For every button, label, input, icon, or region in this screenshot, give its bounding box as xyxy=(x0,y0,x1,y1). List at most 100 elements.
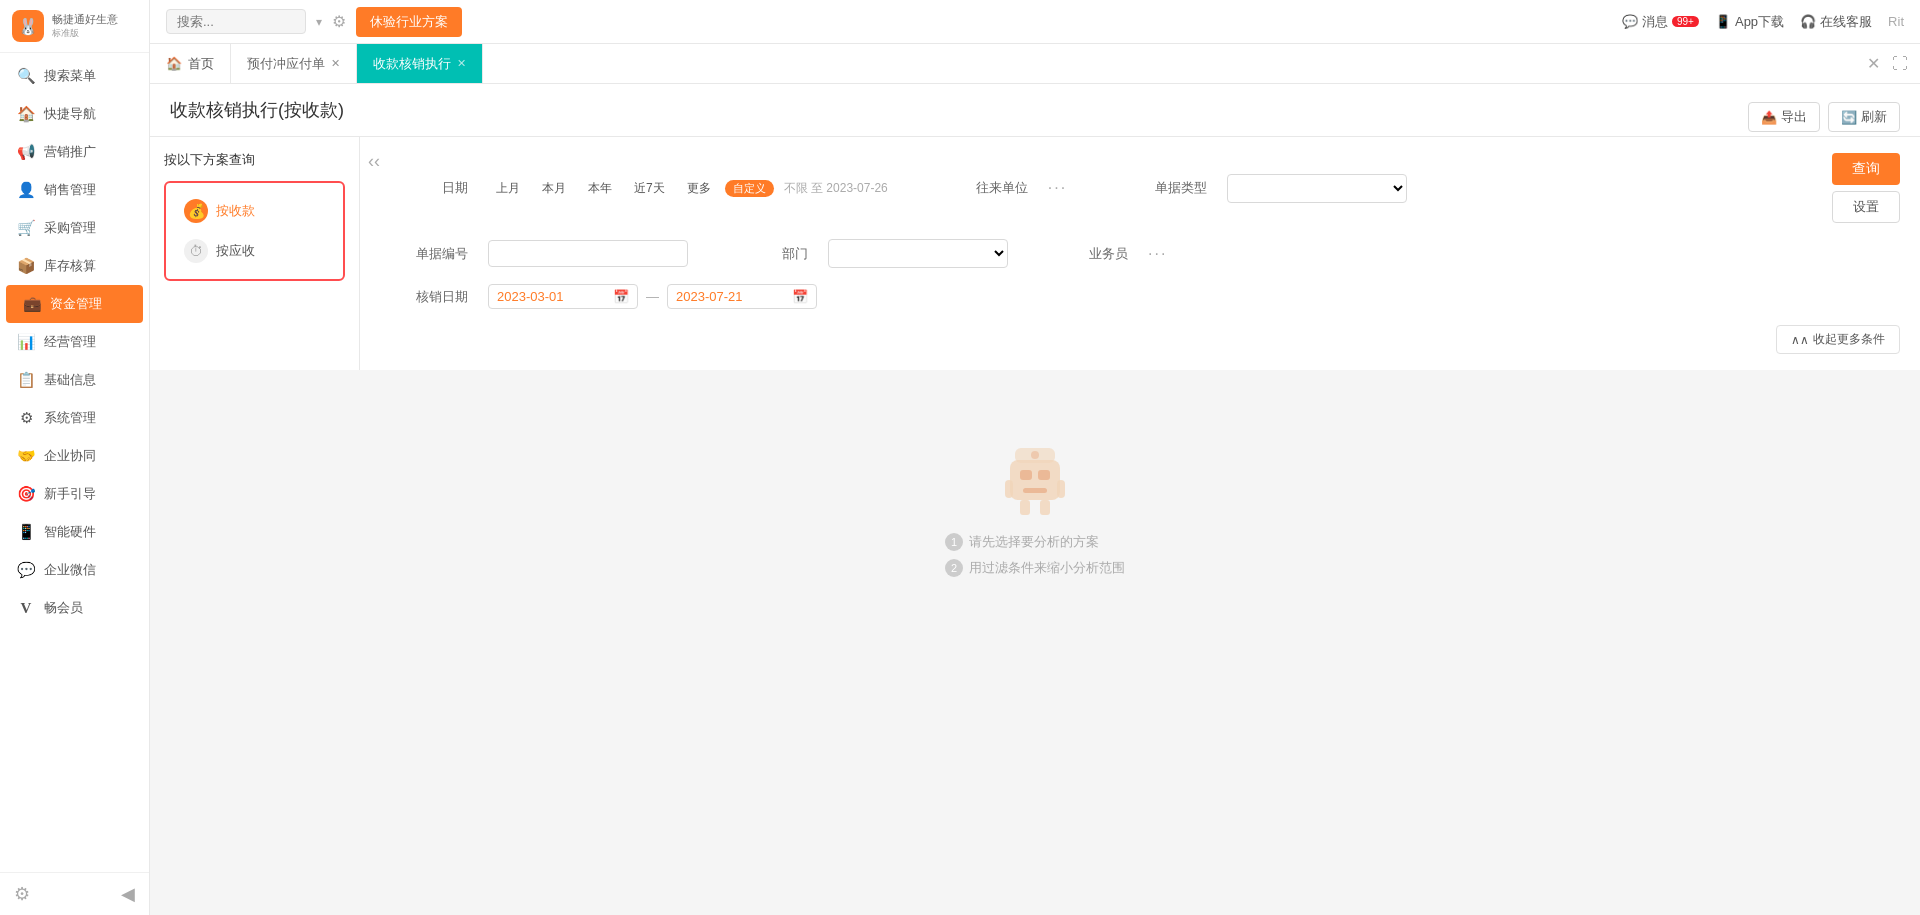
filter-sidebar: 按以下方案查询 💰 按收款 ⏱ 按应收 xyxy=(150,137,360,370)
dropdown-arrow-icon[interactable]: ▾ xyxy=(316,15,322,29)
sidebar-item-basic-info[interactable]: 📋 基础信息 xyxy=(0,361,149,399)
sidebar-item-label: 采购管理 xyxy=(44,219,96,237)
marketing-icon: 📢 xyxy=(16,143,36,161)
date-btn-7days[interactable]: 近7天 xyxy=(626,177,673,200)
export-button[interactable]: 📤 导出 xyxy=(1748,102,1820,132)
sidebar-item-smart-hw[interactable]: 📱 智能硬件 xyxy=(0,513,149,551)
empty-tips-list: 1 请先选择要分析的方案 2 用过滤条件来缩小分析范围 xyxy=(945,533,1125,585)
svg-point-9 xyxy=(1031,451,1039,459)
sidebar-item-label: 畅会员 xyxy=(44,599,83,617)
solution-button[interactable]: 休验行业方案 xyxy=(356,7,462,37)
svg-rect-3 xyxy=(1023,488,1047,493)
sidebar-item-operation[interactable]: 📊 经营管理 xyxy=(0,323,149,361)
settings-icon[interactable]: ⚙ xyxy=(14,883,30,905)
main-content: ▾ ⚙ 休验行业方案 💬 消息 99+ 📱 App下载 🎧 在线客服 Rit 🏠 xyxy=(150,0,1920,915)
calendar-start-icon[interactable]: 📅 xyxy=(613,289,629,304)
quick-nav-icon: 🏠 xyxy=(16,105,36,123)
writeoff-date-group: 📅 — 📅 xyxy=(488,284,817,309)
tab-collection[interactable]: 收款核销执行 ✕ xyxy=(357,44,483,83)
sidebar-item-label: 销售管理 xyxy=(44,181,96,199)
writeoff-date-start-wrap: 📅 xyxy=(488,284,638,309)
date-btn-last-month[interactable]: 上月 xyxy=(488,177,528,200)
sidebar-item-newbie[interactable]: 🎯 新手引导 xyxy=(0,475,149,513)
refresh-button[interactable]: 🔄 刷新 xyxy=(1828,102,1900,132)
sidebar-item-label: 资金管理 xyxy=(50,295,102,313)
sidebar-logo: 🐰 畅捷通好生意 标准版 xyxy=(0,0,149,53)
date-custom-tag[interactable]: 自定义 xyxy=(725,180,774,197)
setting-button[interactable]: 设置 xyxy=(1832,191,1900,223)
empty-state: 1 请先选择要分析的方案 2 用过滤条件来缩小分析范围 xyxy=(150,370,1920,645)
collapse-more-button[interactable]: ∧∧ 收起更多条件 xyxy=(1776,325,1900,354)
filter-options-box: 💰 按收款 ⏱ 按应收 xyxy=(164,181,345,281)
by-receivable-label: 按应收 xyxy=(216,242,255,260)
sidebar-item-inventory[interactable]: 📦 库存核算 xyxy=(0,247,149,285)
tab-close-window-icon[interactable]: ✕ xyxy=(1867,54,1880,73)
sidebar-item-wechat[interactable]: 💬 企业微信 xyxy=(0,551,149,589)
date-group: 上月 本月 本年 近7天 更多 自定义 不限 至 2023-07-26 xyxy=(488,177,888,200)
app-download-action[interactable]: 📱 App下载 xyxy=(1715,13,1784,31)
date-btn-this-month[interactable]: 本月 xyxy=(534,177,574,200)
filter-sidebar-title: 按以下方案查询 xyxy=(164,151,345,169)
voucher-type-label: 单据类型 xyxy=(1147,179,1207,197)
svg-rect-6 xyxy=(1020,500,1030,515)
enterprise-icon: 🤝 xyxy=(16,447,36,465)
message-action[interactable]: 💬 消息 99+ xyxy=(1622,13,1699,31)
date-label: 日期 xyxy=(408,179,468,197)
sidebar-item-quick-nav[interactable]: 🏠 快捷导航 xyxy=(0,95,149,133)
filter-option-by-receivable[interactable]: ⏱ 按应收 xyxy=(174,231,335,271)
collapse-sidebar-icon[interactable]: ◀︎ xyxy=(121,883,135,905)
employee-picker[interactable]: ··· xyxy=(1148,245,1167,263)
inventory-icon: 📦 xyxy=(16,257,36,275)
sidebar-item-label: 新手引导 xyxy=(44,485,96,503)
svg-rect-2 xyxy=(1038,470,1050,480)
writeoff-date-start-input[interactable] xyxy=(497,289,609,304)
query-button[interactable]: 查询 xyxy=(1832,153,1900,185)
sidebar-item-finance[interactable]: 💼 资金管理 xyxy=(6,285,143,323)
gear-icon[interactable]: ⚙ xyxy=(332,12,346,31)
sidebar-item-search-menu[interactable]: 🔍 搜索菜单 xyxy=(0,57,149,95)
writeoff-date-label: 核销日期 xyxy=(408,288,468,306)
sidebar-item-system[interactable]: ⚙ 系统管理 xyxy=(0,399,149,437)
sidebar-item-sales[interactable]: 👤 销售管理 xyxy=(0,171,149,209)
writeoff-date-end-input[interactable] xyxy=(676,289,788,304)
filter-row-1: 日期 上月 本月 本年 近7天 更多 自定义 不限 至 2023-07-26 往… xyxy=(408,153,1900,223)
department-select[interactable] xyxy=(828,239,1008,268)
dept-select-group xyxy=(828,239,1008,268)
by-receivable-icon: ⏱ xyxy=(184,239,208,263)
counterpart-picker[interactable]: ··· xyxy=(1048,179,1067,197)
by-collection-label: 按收款 xyxy=(216,202,255,220)
home-icon: 🏠 xyxy=(166,56,182,71)
operation-icon: 📊 xyxy=(16,333,36,351)
sidebar-item-enterprise[interactable]: 🤝 企业协同 xyxy=(0,437,149,475)
chevron-up-icon: ∧∧ xyxy=(1791,333,1809,347)
page-toolbar: 📤 导出 🔄 刷新 xyxy=(1748,98,1900,136)
by-collection-icon: 💰 xyxy=(184,199,208,223)
online-service-action[interactable]: 🎧 在线客服 xyxy=(1800,13,1872,31)
voucher-type-select-group xyxy=(1227,174,1407,203)
tab-collection-close-icon[interactable]: ✕ xyxy=(457,57,466,70)
voucher-type-select[interactable] xyxy=(1227,174,1407,203)
sidebar-item-member[interactable]: V 畅会员 xyxy=(0,589,149,627)
user-name[interactable]: Rit xyxy=(1888,14,1904,29)
filter-collapse-icon[interactable]: ‹‹ xyxy=(360,137,388,370)
date-btn-more[interactable]: 更多 xyxy=(679,177,719,200)
tab-expand-icon[interactable]: ⛶ xyxy=(1892,55,1908,73)
tab-prepay-close-icon[interactable]: ✕ xyxy=(331,57,340,70)
collapse-more: ∧∧ 收起更多条件 xyxy=(408,325,1900,354)
date-btn-this-year[interactable]: 本年 xyxy=(580,177,620,200)
brand-input[interactable] xyxy=(166,9,306,34)
voucher-no-input[interactable] xyxy=(488,240,688,267)
online-service-label: 在线客服 xyxy=(1820,13,1872,31)
filter-option-by-collection[interactable]: 💰 按收款 xyxy=(174,191,335,231)
search-menu-icon: 🔍 xyxy=(16,67,36,85)
filter-area: 按以下方案查询 💰 按收款 ⏱ 按应收 ‹‹ 日 xyxy=(150,137,1920,370)
sidebar: 🐰 畅捷通好生意 标准版 🔍 搜索菜单 🏠 快捷导航 📢 营销推广 👤 销售管理… xyxy=(0,0,150,915)
svg-rect-0 xyxy=(1010,460,1060,500)
sidebar-item-marketing[interactable]: 📢 营销推广 xyxy=(0,133,149,171)
page-content: 收款核销执行(按收款) 📤 导出 🔄 刷新 按以下方案查询 xyxy=(150,84,1920,915)
tab-prepay[interactable]: 预付冲应付单 ✕ xyxy=(231,44,357,83)
tab-home[interactable]: 🏠 首页 xyxy=(150,44,231,83)
tabbar-right: ✕ ⛶ xyxy=(1855,44,1920,83)
calendar-end-icon[interactable]: 📅 xyxy=(792,289,808,304)
sidebar-item-purchase[interactable]: 🛒 采购管理 xyxy=(0,209,149,247)
